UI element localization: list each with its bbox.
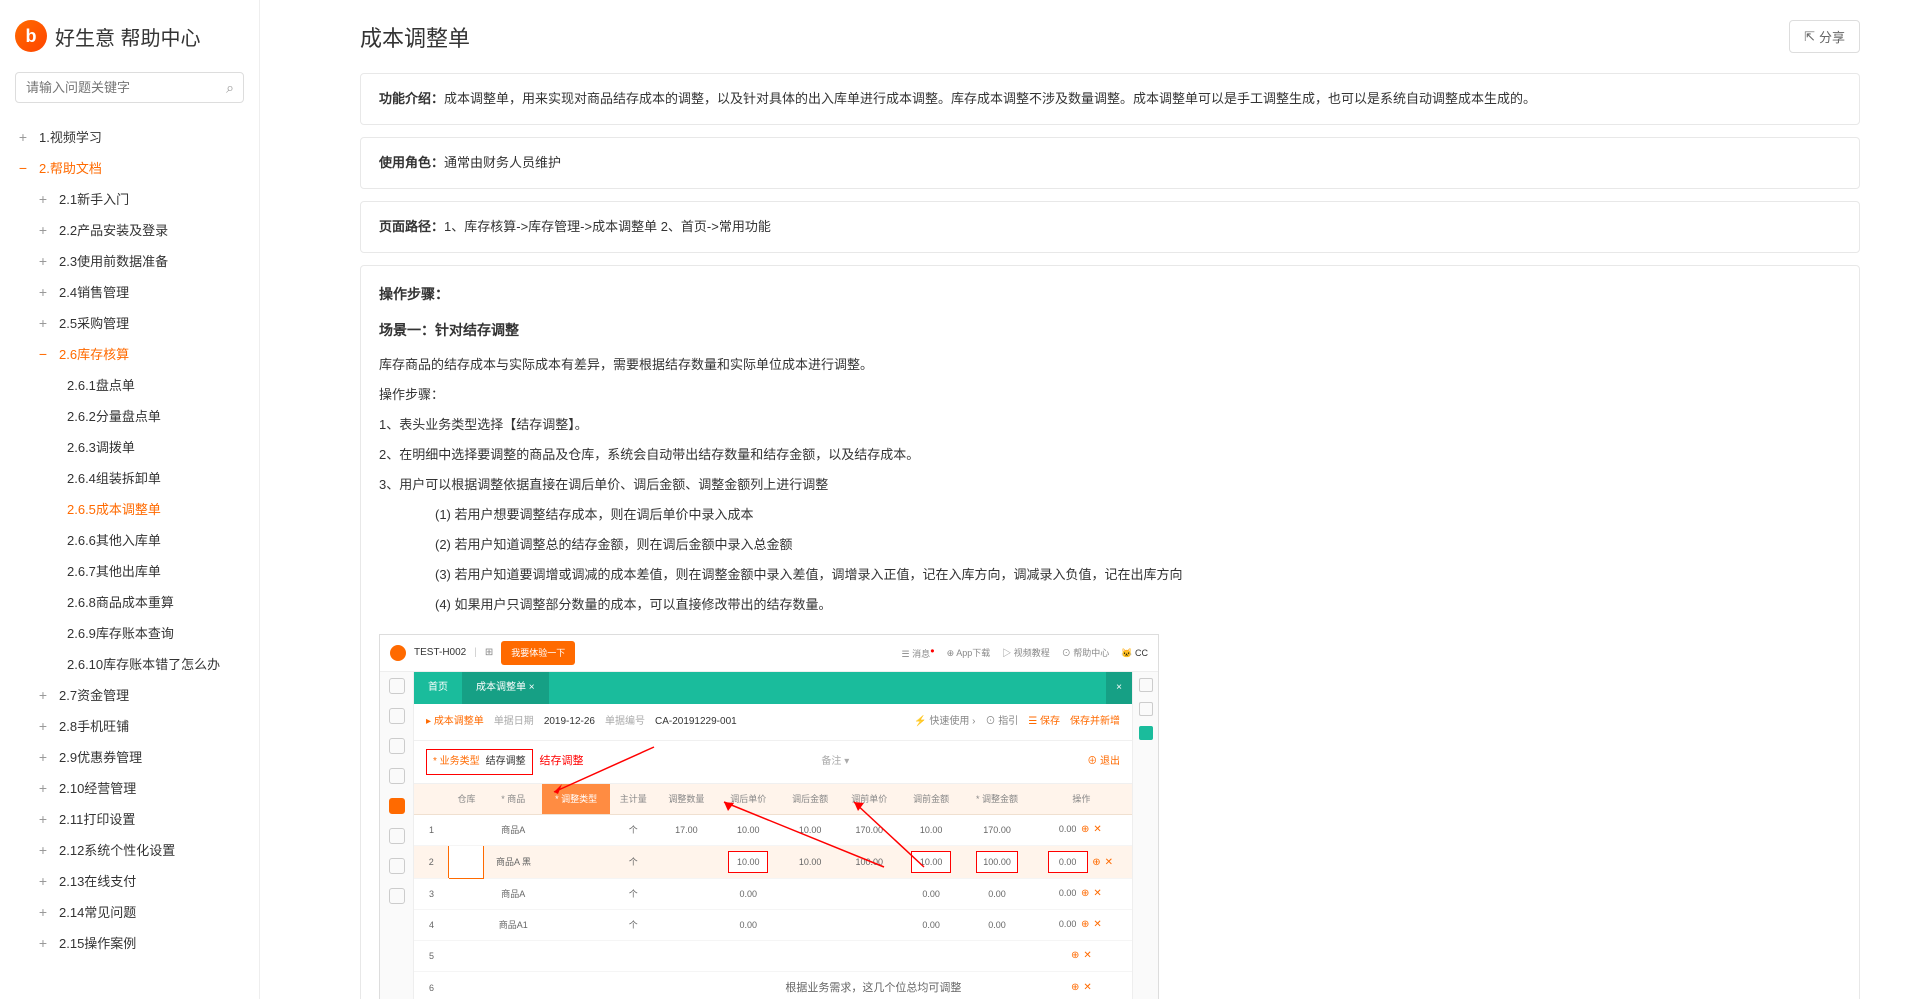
home-icon (389, 678, 405, 694)
nav-2-7[interactable]: +2.7资金管理 (15, 679, 244, 710)
nav-2-5[interactable]: +2.5采购管理 (15, 307, 244, 338)
intro-role-box: 使用角色：通常由财务人员维护 (360, 137, 1860, 189)
tool-icon (1139, 678, 1153, 692)
plus-icon: + (15, 129, 31, 145)
nav-2-6-1[interactable]: 2.6.1盘点单 (15, 369, 244, 400)
sidebar: b 好生意 帮助中心 ⌕ +1.视频学习 −2.帮助文档 +2.1新手入门 +2… (0, 0, 260, 999)
nav-2-12[interactable]: +2.12系统个性化设置 (15, 834, 244, 865)
se-tabs: 首页 成本调整单 × × (414, 672, 1132, 704)
nav-icon (389, 888, 405, 904)
nav-2-3[interactable]: +2.3使用前数据准备 (15, 245, 244, 276)
se-topbar: TEST-H002 | ⊞ 我要体验一下 ☰ 消息● ⊕ App下载 ▷ 视频教… (380, 635, 1158, 672)
nav-2-6-8[interactable]: 2.6.8商品成本重算 (15, 586, 244, 617)
nav-2-6-6[interactable]: 2.6.6其他入库单 (15, 524, 244, 555)
table-row-highlight: 2 商品A 黑个 10.00 10.00 100.00 10.00 100.00… (414, 846, 1132, 879)
nav-docs[interactable]: −2.帮助文档 (15, 152, 244, 183)
main-content: 成本调整单 ⇱分享 功能介绍：成本调整单，用来实现对商品结存成本的调整，以及针对… (260, 0, 1920, 999)
steps-box: 操作步骤： 场景一：针对结存调整 库存商品的结存成本与实际成本有差异，需要根据结… (360, 265, 1860, 999)
logo-text: 好生意 帮助中心 (55, 22, 201, 51)
plus-icon: + (35, 284, 51, 300)
plus-icon: + (35, 191, 51, 207)
nav-icon (389, 768, 405, 784)
nav-2-6-9[interactable]: 2.6.9库存账本查询 (15, 617, 244, 648)
nav-2-4[interactable]: +2.4销售管理 (15, 276, 244, 307)
nav-2-6-3[interactable]: 2.6.3调拨单 (15, 431, 244, 462)
search-box: ⌕ (15, 72, 244, 103)
plus-icon: + (35, 811, 51, 827)
page-title: 成本调整单 (360, 21, 470, 53)
se-rightnav (1132, 672, 1158, 999)
logo: b 好生意 帮助中心 (15, 20, 244, 52)
nav-2-6[interactable]: −2.6库存核算 (15, 338, 244, 369)
nav-2-10[interactable]: +2.10经营管理 (15, 772, 244, 803)
plus-icon: + (35, 222, 51, 238)
nav-2-6-2[interactable]: 2.6.2分量盘点单 (15, 400, 244, 431)
intro-func-box: 功能介绍：成本调整单，用来实现对商品结存成本的调整，以及针对具体的出入库单进行成… (360, 73, 1860, 125)
plus-icon: + (35, 904, 51, 920)
se-leftnav (380, 672, 414, 999)
nav-2-1[interactable]: +2.1新手入门 (15, 183, 244, 214)
minus-icon: − (15, 160, 31, 176)
nav-2-15[interactable]: +2.15操作案例 (15, 927, 244, 958)
plus-icon: + (35, 873, 51, 889)
embedded-screenshot: TEST-H002 | ⊞ 我要体验一下 ☰ 消息● ⊕ App下载 ▷ 视频教… (379, 634, 1159, 999)
search-input[interactable] (15, 72, 244, 103)
nav-2-6-7[interactable]: 2.6.7其他出库单 (15, 555, 244, 586)
plus-icon: + (35, 687, 51, 703)
share-icon: ⇱ (1804, 29, 1815, 45)
logo-icon: b (15, 20, 47, 52)
plus-icon: + (35, 315, 51, 331)
se-logo-icon (390, 645, 406, 661)
table-row: 4商品A1 个 0.00 0.000.00 0.00 ⊕✕ (414, 910, 1132, 941)
nav-2-2[interactable]: +2.2产品安装及登录 (15, 214, 244, 245)
se-table: 仓库 * 商品 * 调整类型 主计量 调整数量 调后单价 调后金额 调前单价 调… (414, 784, 1132, 999)
nav-video[interactable]: +1.视频学习 (15, 121, 244, 152)
nav-2-14[interactable]: +2.14常见问题 (15, 896, 244, 927)
plus-icon: + (35, 718, 51, 734)
plus-icon: + (35, 935, 51, 951)
search-icon[interactable]: ⌕ (226, 79, 234, 96)
table-row: 1商品A 个17.00 10.0010.00 170.0010.00 170.0… (414, 815, 1132, 846)
minus-icon: − (35, 346, 51, 362)
se-trial-btn: 我要体验一下 (501, 641, 575, 665)
nav-2-6-10[interactable]: 2.6.10库存账本错了怎么办 (15, 648, 244, 679)
nav-icon (389, 708, 405, 724)
nav-2-8[interactable]: +2.8手机旺铺 (15, 710, 244, 741)
plus-icon: + (35, 842, 51, 858)
nav-2-13[interactable]: +2.13在线支付 (15, 865, 244, 896)
nav-2-6-4[interactable]: 2.6.4组装拆卸单 (15, 462, 244, 493)
nav-2-11[interactable]: +2.11打印设置 (15, 803, 244, 834)
nav-icon (389, 858, 405, 874)
intro-path-box: 页面路径：1、库存核算->库存管理->成本调整单 2、首页->常用功能 (360, 201, 1860, 253)
plus-icon: + (35, 749, 51, 765)
plus-icon: + (35, 253, 51, 269)
nav-2-6-5-current[interactable]: 2.6.5成本调整单 (15, 493, 244, 524)
biztype-redbox: * 业务类型 结存调整 (426, 749, 533, 775)
tool-icon-active (1139, 726, 1153, 740)
nav-icon-active (389, 798, 405, 814)
nav-2-9[interactable]: +2.9优惠券管理 (15, 741, 244, 772)
table-row: 3商品A 个 0.00 0.000.00 0.00 ⊕✕ (414, 879, 1132, 910)
nav-icon (389, 828, 405, 844)
share-button[interactable]: ⇱分享 (1789, 20, 1860, 53)
plus-icon: + (35, 780, 51, 796)
nav-icon (389, 738, 405, 754)
tool-icon (1139, 702, 1153, 716)
